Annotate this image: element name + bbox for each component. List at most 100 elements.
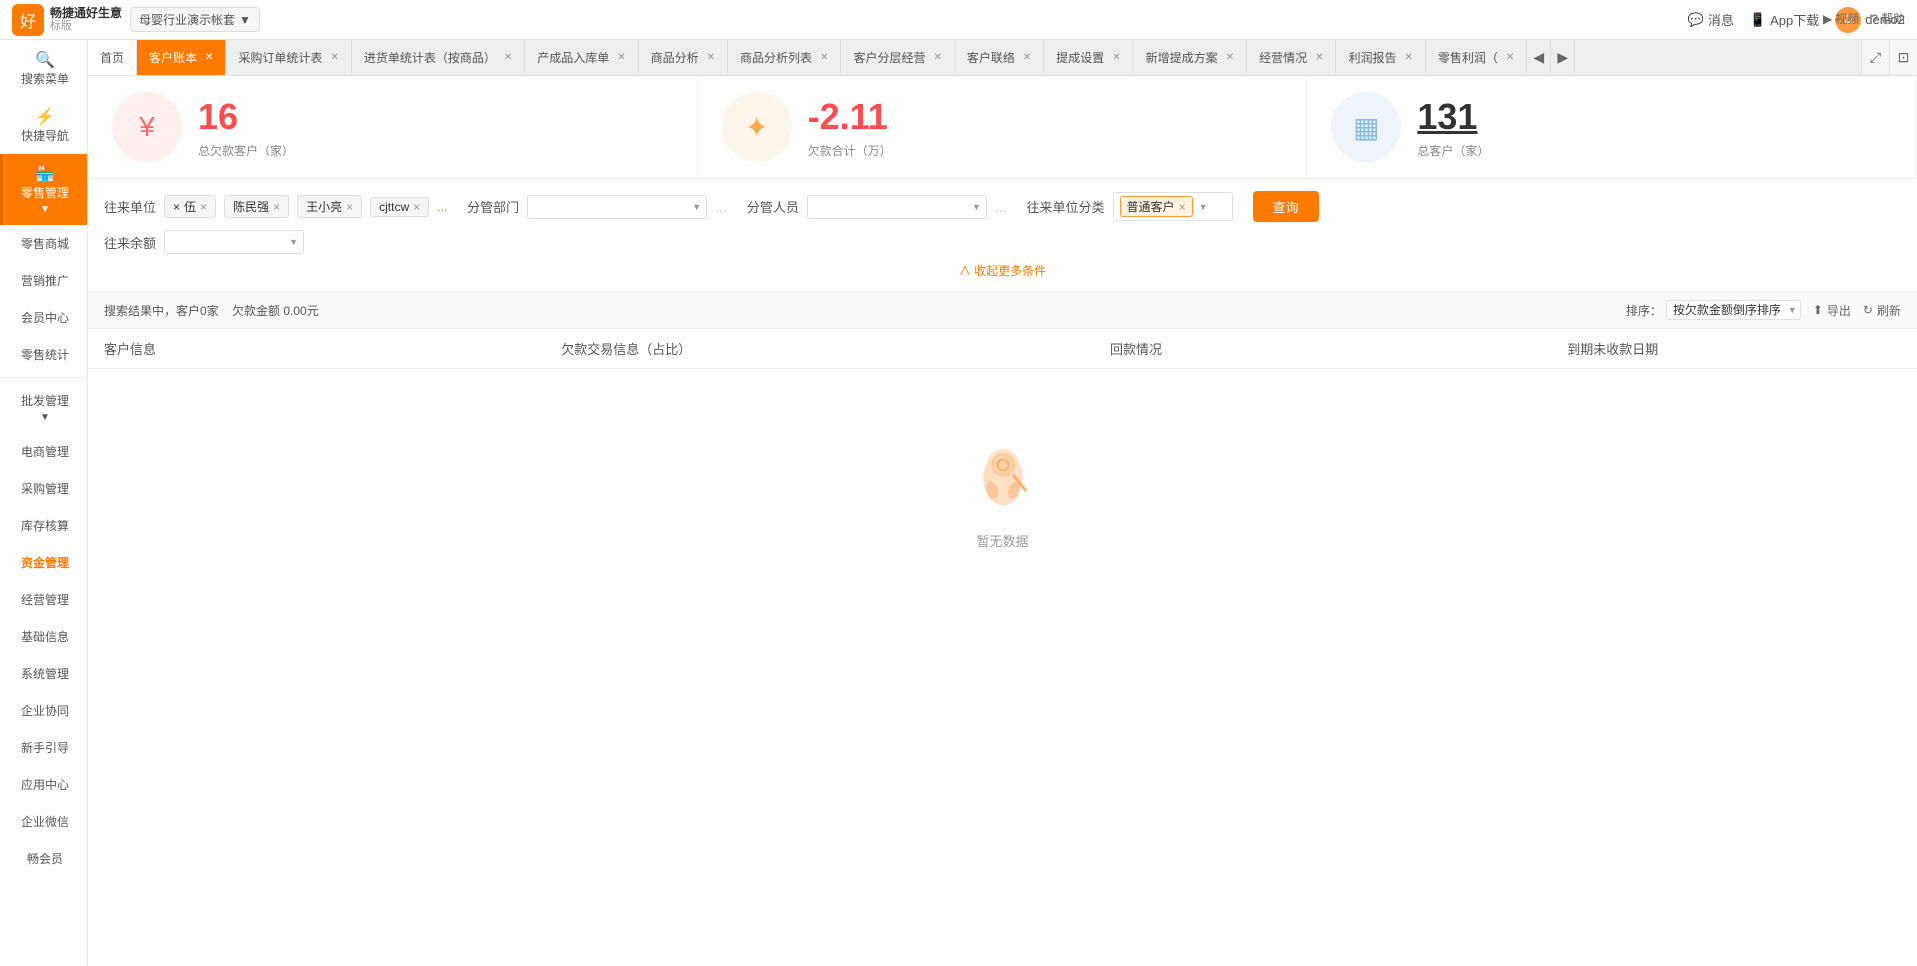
remove-unit-type[interactable]: × (1179, 200, 1186, 214)
person-select[interactable] (807, 195, 987, 219)
sidebar-item-wechat[interactable]: 企业微信 (0, 803, 87, 840)
tab-close-product-list[interactable]: ✕ (820, 52, 828, 63)
col-debt-info: 欠款交易信息（占比） (545, 329, 1094, 369)
collapse-btn[interactable]: ∧ 收起更多条件 (959, 262, 1046, 279)
tab-restore-btn[interactable]: ⊡ (1889, 40, 1917, 76)
sidebar-item-ecommerce[interactable]: 电商管理 (0, 433, 87, 470)
tab-close-new-remind[interactable]: ✕ (1226, 52, 1234, 63)
refresh-btn[interactable]: ↻ 刷新 (1863, 302, 1901, 319)
stat-value-3: 131 (1417, 96, 1489, 138)
col-customer-info: 客户信息 (88, 329, 545, 369)
sidebar-item-app-center[interactable]: 应用中心 (0, 766, 87, 803)
filter-tag-wang: 王小亮 × (297, 195, 362, 218)
export-btn[interactable]: ⬆ 导出 (1813, 302, 1851, 319)
dept-select[interactable] (527, 195, 707, 219)
sidebar-item-member2[interactable]: 畅会员 (0, 840, 87, 877)
tab-close-tier[interactable]: ✕ (933, 52, 941, 63)
sidebar-item-member[interactable]: 会员中心 (0, 299, 87, 336)
export-icon: ⬆ (1813, 303, 1823, 317)
sidebar-item-retail-stats[interactable]: 零售统计 (0, 336, 87, 373)
remove-tag-wu[interactable]: × (200, 200, 207, 214)
filter-more-tags[interactable]: ... (437, 200, 447, 214)
stat-card-total-customers: ▦ 131 总客户（家） (1307, 76, 1917, 178)
tab-produce-in[interactable]: 产成品入库单 ✕ (525, 40, 638, 76)
tab-next-btn[interactable]: ▶ (1551, 40, 1575, 76)
tab-operation[interactable]: 经营情况 ✕ (1247, 40, 1336, 76)
sidebar-item-guide[interactable]: 新手引导 (0, 729, 87, 766)
tab-customer-tier[interactable]: 客户分层经营 ✕ (841, 40, 954, 76)
filter-row-1: 往来单位 × 伍 × 陈民强 × 王小亮 × cjtt (104, 191, 1901, 222)
tab-close-operation[interactable]: ✕ (1315, 52, 1323, 63)
remove-tag-wang[interactable]: × (346, 200, 353, 214)
tab-close-purchase[interactable]: ✕ (330, 52, 338, 63)
table-header: 客户信息 欠款交易信息（占比） 回款情况 到期未收款日期 (88, 329, 1917, 369)
query-button[interactable]: 查询 (1253, 191, 1319, 222)
tab-home[interactable]: 首页 (88, 40, 137, 76)
tab-maximize-btn[interactable]: ⤢ (1861, 40, 1889, 76)
tab-zero-profit[interactable]: 零售利润（ ✕ (1426, 40, 1527, 76)
remove-tag-chen[interactable]: × (273, 200, 280, 214)
tab-purchase-order[interactable]: 采购订单统计表 ✕ (226, 40, 351, 76)
messages-btn[interactable]: 💬 消息 (1688, 10, 1734, 29)
tab-close-import[interactable]: ✕ (504, 52, 512, 63)
tab-close-contact[interactable]: ✕ (1023, 52, 1031, 63)
sidebar-item-search[interactable]: 🔍 搜索菜单 (0, 40, 87, 97)
tab-close-profit[interactable]: ✕ (1405, 52, 1413, 63)
person-more-btn[interactable]: ... (995, 199, 1007, 215)
tab-close-produce[interactable]: ✕ (617, 52, 625, 63)
tab-remind-settings[interactable]: 提成设置 ✕ (1044, 40, 1133, 76)
sidebar-item-sys-mgmt[interactable]: 系统管理 (0, 655, 87, 692)
sidebar-item-enterprise[interactable]: 企业协同 (0, 692, 87, 729)
sidebar-item-retail-mgmt[interactable]: 🏪 零售管理 ▼ (0, 154, 87, 225)
workspace-selector[interactable]: 母婴行业演示帐套 ▼ (130, 7, 260, 32)
tab-product-analysis[interactable]: 商品分析 ✕ (639, 40, 728, 76)
person-select-wrap (807, 195, 987, 219)
tab-account[interactable]: 客户账本 ✕ (137, 40, 226, 76)
sidebar-item-purchase[interactable]: 采购管理 (0, 470, 87, 507)
tab-new-remind[interactable]: 新增提成方案 ✕ (1134, 40, 1247, 76)
dept-more-btn[interactable]: ... (715, 199, 727, 215)
sidebar-item-inventory[interactable]: 库存核算 (0, 507, 87, 544)
sidebar-item-retail-shop[interactable]: 零售商城 (0, 225, 87, 262)
unit-type-label: 往来单位分类 (1027, 197, 1105, 216)
sidebar-item-batch-mgmt[interactable]: 批发管理 ▼ (0, 382, 87, 433)
sort-select[interactable]: 按欠款金额倒序排序 (1666, 300, 1801, 320)
main-layout: 🔍 搜索菜单 ⚡ 快捷导航 🏪 零售管理 ▼ 零售商城 营销推广 会员中心 零售… (0, 40, 1917, 966)
tab-prev-btn[interactable]: ◀ (1527, 40, 1551, 76)
balance-select[interactable] (164, 230, 304, 254)
unit-type-tag: 普通客户 × (1120, 196, 1193, 217)
person-label: 分管人员 (747, 197, 799, 216)
sidebar-item-basic-info[interactable]: 基础信息 (0, 618, 87, 655)
sidebar-item-finance[interactable]: 资金管理 (0, 544, 87, 581)
tab-close-product[interactable]: ✕ (707, 52, 715, 63)
empty-text: 暂无数据 (976, 531, 1028, 550)
sort-select-wrap: 按欠款金额倒序排序 (1666, 300, 1801, 320)
tab-customer-contact[interactable]: 客户联络 ✕ (955, 40, 1044, 76)
balance-label: 往来余额 (104, 233, 156, 252)
tab-close-zero[interactable]: ✕ (1506, 52, 1514, 63)
tab-product-analysis-list[interactable]: 商品分析列表 ✕ (728, 40, 841, 76)
stat-info-3: 131 总客户（家） (1417, 96, 1489, 159)
stat-label-2: 欠款合计（万） (808, 142, 892, 159)
stat-info-2: -2.11 欠款合计（万） (808, 96, 892, 159)
tab-close-account[interactable]: ✕ (205, 52, 213, 63)
chevron-down-icon: ▼ (1199, 202, 1208, 212)
tab-close-remind[interactable]: ✕ (1112, 52, 1120, 63)
sidebar-item-operation-mgmt[interactable]: 经营管理 (0, 581, 87, 618)
remove-tag-cjttcw[interactable]: × (413, 200, 420, 214)
sidebar-item-marketing[interactable]: 营销推广 (0, 262, 87, 299)
sidebar-item-quick-nav[interactable]: ⚡ 快捷导航 (0, 97, 87, 154)
refresh-icon: ↻ (1863, 303, 1873, 317)
tab-bar: 首页 客户账本 ✕ 采购订单统计表 ✕ 进货单统计表（按商品） ✕ 产成品入库单… (88, 40, 1917, 76)
tab-profit-report[interactable]: 利润报告 ✕ (1336, 40, 1425, 76)
dept-select-wrap (527, 195, 707, 219)
stat-label-1: 总欠款客户（家） (198, 142, 294, 159)
unit-type-select[interactable]: 普通客户 × ▼ (1113, 192, 1233, 221)
right-panel: 首页 客户账本 ✕ 采购订单统计表 ✕ 进货单统计表（按商品） ✕ 产成品入库单… (88, 40, 1917, 966)
stat-card-debt-total: ✦ -2.11 欠款合计（万） (698, 76, 1308, 178)
sidebar: 🔍 搜索菜单 ⚡ 快捷导航 🏪 零售管理 ▼ 零售商城 营销推广 会员中心 零售… (0, 40, 88, 966)
table-container: 客户信息 欠款交易信息（占比） 回款情况 到期未收款日期 (88, 329, 1917, 610)
app-download-btn[interactable]: 📱 App下载 (1750, 10, 1819, 29)
data-table: 客户信息 欠款交易信息（占比） 回款情况 到期未收款日期 (88, 329, 1917, 369)
tab-import-stat[interactable]: 进货单统计表（按商品） ✕ (352, 40, 525, 76)
